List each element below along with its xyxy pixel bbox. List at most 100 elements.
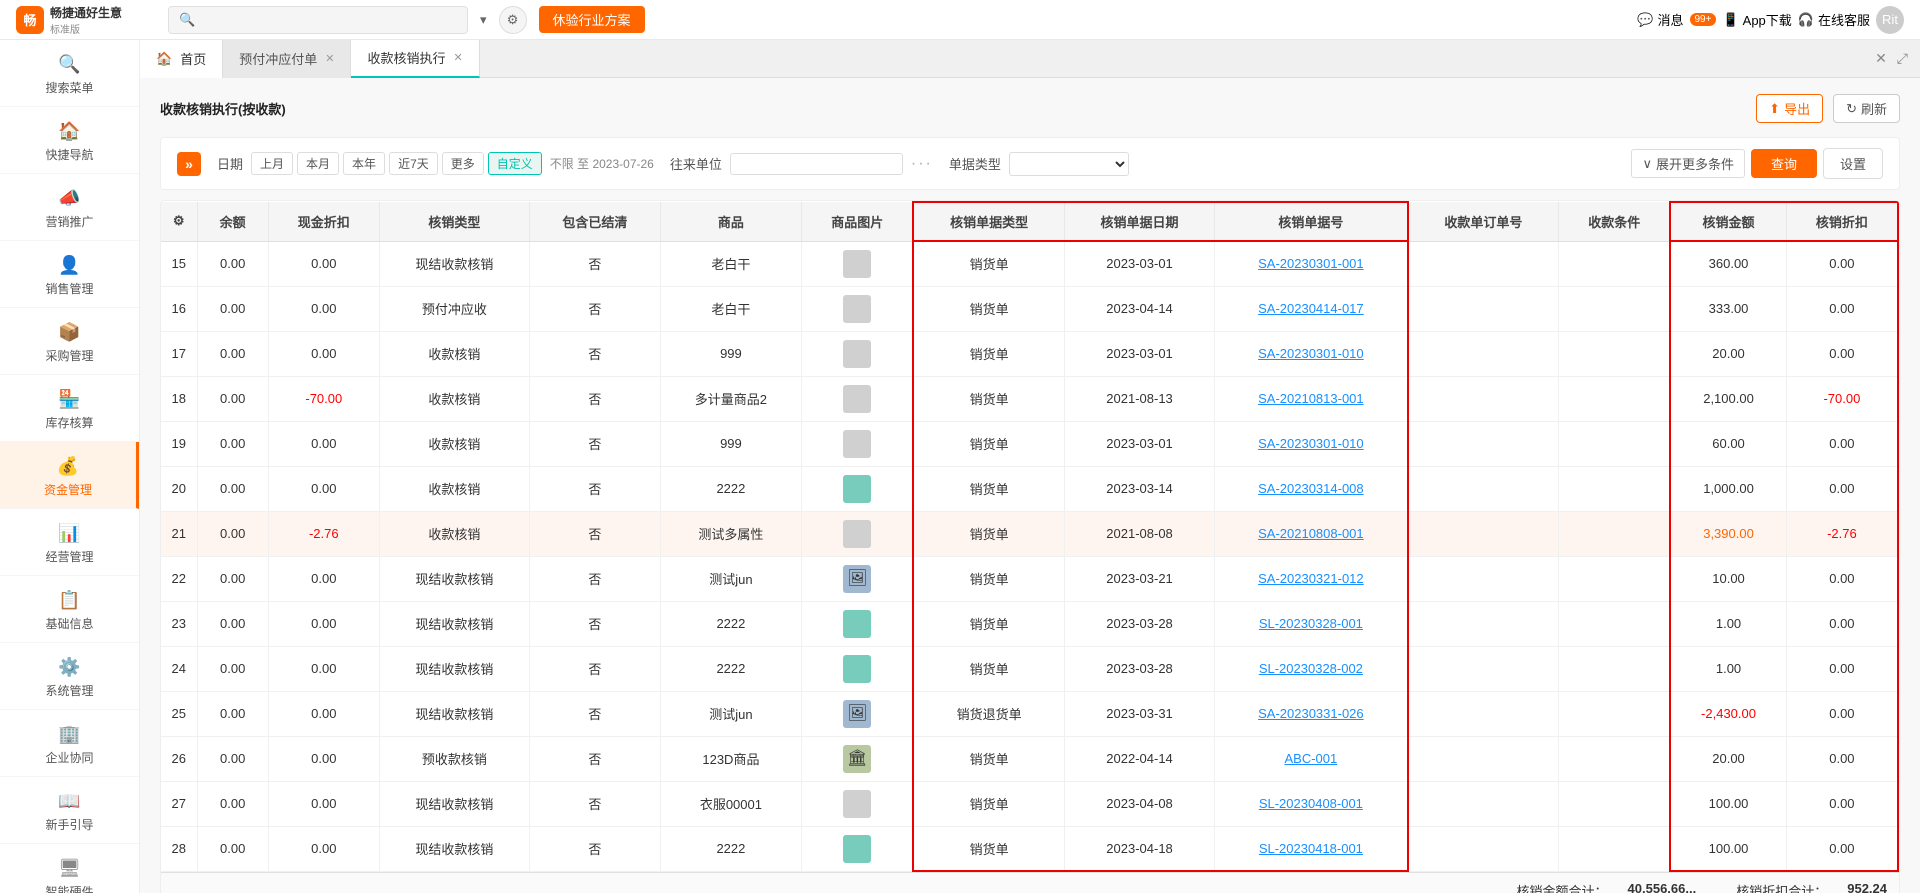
tab-close-all[interactable]: ✕ xyxy=(1875,50,1887,67)
bill-no-link[interactable]: SA-20210808-001 xyxy=(1258,526,1364,541)
td-verify-bill-type: 销货单 xyxy=(913,421,1064,466)
sidebar-item-sales[interactable]: 👤 销售管理 xyxy=(0,241,139,308)
bill-no-link[interactable]: SL-20230328-002 xyxy=(1259,661,1363,676)
online-support-button[interactable]: 🎧 在线客服 xyxy=(1798,10,1870,29)
td-product-img xyxy=(802,601,914,646)
td-cash-discount: 0.00 xyxy=(268,331,379,376)
tab-home[interactable]: 🏠 首页 xyxy=(140,40,223,78)
td-verify-discount: 0.00 xyxy=(1786,601,1898,646)
export-icon: ⬆ xyxy=(1769,101,1780,117)
sidebar-item-enterprise[interactable]: 🏢 企业协同 xyxy=(0,710,139,777)
sidebar-item-finance[interactable]: 💰 资金管理 xyxy=(0,442,139,509)
th-include-settled: 包含已结清 xyxy=(530,202,661,241)
bill-no-link[interactable]: SA-20230301-001 xyxy=(1258,256,1364,271)
td-verify-bill-no[interactable]: SA-20230314-008 xyxy=(1215,466,1408,511)
td-verify-discount: 0.00 xyxy=(1786,781,1898,826)
sidebar-item-guide[interactable]: 📖 新手引导 xyxy=(0,777,139,844)
td-verify-bill-no[interactable]: SA-20230331-026 xyxy=(1215,691,1408,736)
bill-no-link[interactable]: SL-20230328-001 xyxy=(1259,616,1363,631)
td-verify-bill-no[interactable]: SA-20210813-001 xyxy=(1215,376,1408,421)
voucher-type-select[interactable] xyxy=(1009,152,1129,176)
bill-no-link[interactable]: ABC-001 xyxy=(1285,751,1338,766)
sidebar-item-operations[interactable]: 📊 经营管理 xyxy=(0,509,139,576)
date-btn-this-year[interactable]: 本年 xyxy=(343,152,385,175)
tab-collection-verify[interactable]: 收款核销执行 ✕ xyxy=(351,40,479,78)
bill-no-link[interactable]: SL-20230418-001 xyxy=(1259,841,1363,856)
td-verify-bill-no[interactable]: SA-20230414-017 xyxy=(1215,286,1408,331)
td-verify-bill-no[interactable]: ABC-001 xyxy=(1215,736,1408,781)
messages-button[interactable]: 💬 消息 99+ xyxy=(1637,10,1716,29)
counterpart-more[interactable]: ··· xyxy=(911,155,933,173)
td-verify-amount: 3,390.00 xyxy=(1670,511,1786,556)
tab-fullscreen[interactable]: ⤢ xyxy=(1897,50,1908,67)
sidebar-item-quick-nav[interactable]: 🏠 快捷导航 xyxy=(0,107,139,174)
td-receipt-order-no xyxy=(1408,241,1559,286)
user-avatar[interactable]: Rit xyxy=(1876,6,1904,34)
td-verify-bill-no[interactable]: SA-20230301-001 xyxy=(1215,241,1408,286)
th-gear[interactable]: ⚙ xyxy=(161,202,197,241)
table-row: 28 0.00 0.00 现结收款核销 否 2222 销货单 2023-04-1… xyxy=(161,826,1898,871)
td-receipt-condition xyxy=(1559,241,1671,286)
counterpart-input[interactable] xyxy=(730,153,903,175)
td-include-settled: 否 xyxy=(530,421,661,466)
top-search-input[interactable] xyxy=(201,13,457,27)
gear-button[interactable]: ⚙ xyxy=(499,6,527,34)
refresh-icon: ↻ xyxy=(1846,101,1857,117)
sidebar-item-procurement[interactable]: 📦 采购管理 xyxy=(0,308,139,375)
sales-icon: 👤 xyxy=(58,255,80,276)
td-verify-bill-no[interactable]: SA-20230321-012 xyxy=(1215,556,1408,601)
sidebar-item-search-menu[interactable]: 🔍 搜索菜单 xyxy=(0,40,139,107)
date-btn-7days[interactable]: 近7天 xyxy=(389,152,438,175)
bill-no-link[interactable]: SA-20230314-008 xyxy=(1258,481,1364,496)
table-row: 17 0.00 0.00 收款核销 否 999 销货单 2023-03-01 S… xyxy=(161,331,1898,376)
expand-more-button[interactable]: ∨ 展开更多条件 xyxy=(1631,149,1745,178)
bill-no-link[interactable]: SA-20210813-001 xyxy=(1258,391,1364,406)
filter-expand-button[interactable]: » xyxy=(177,152,201,176)
date-btn-this-month[interactable]: 本月 xyxy=(297,152,339,175)
th-verify-amount: 核销金额 xyxy=(1670,202,1786,241)
td-verify-bill-no[interactable]: SL-20230328-001 xyxy=(1215,601,1408,646)
td-verify-bill-no[interactable]: SA-20230301-010 xyxy=(1215,421,1408,466)
bill-no-link[interactable]: SA-20230301-010 xyxy=(1258,436,1364,451)
query-button[interactable]: 查询 xyxy=(1751,149,1817,178)
search-dropdown[interactable]: ▾ xyxy=(480,12,487,28)
td-verify-bill-no[interactable]: SL-20230408-001 xyxy=(1215,781,1408,826)
sidebar-item-basic[interactable]: 📋 基础信息 xyxy=(0,576,139,643)
td-verify-type: 现结收款核销 xyxy=(379,691,529,736)
td-verify-discount: 0.00 xyxy=(1786,736,1898,781)
td-verify-bill-no[interactable]: SA-20230301-010 xyxy=(1215,331,1408,376)
industry-solution-button[interactable]: 休验行业方案 xyxy=(539,6,645,33)
tab-prepay-close[interactable]: ✕ xyxy=(325,52,334,65)
sidebar-item-system[interactable]: ⚙️ 系统管理 xyxy=(0,643,139,710)
td-verify-bill-no[interactable]: SL-20230328-002 xyxy=(1215,646,1408,691)
filter-settings-button[interactable]: 设置 xyxy=(1823,148,1883,179)
refresh-button[interactable]: ↻ 刷新 xyxy=(1833,94,1900,123)
sidebar-item-inventory[interactable]: 🏪 库存核算 xyxy=(0,375,139,442)
search-menu-icon: 🔍 xyxy=(58,54,80,75)
th-product: 商品 xyxy=(660,202,802,241)
bill-no-link[interactable]: SA-20230301-010 xyxy=(1258,346,1364,361)
td-verify-bill-date: 2023-04-08 xyxy=(1064,781,1214,826)
tab-prepay[interactable]: 预付冲应付单 ✕ xyxy=(223,40,351,78)
bill-no-link[interactable]: SA-20230321-012 xyxy=(1258,571,1364,586)
bill-no-link[interactable]: SA-20230414-017 xyxy=(1258,301,1364,316)
top-search-box[interactable]: 🔍 xyxy=(168,6,468,34)
td-verify-type: 预付冲应收 xyxy=(379,286,529,331)
bill-no-link[interactable]: SA-20230331-026 xyxy=(1258,706,1364,721)
table-row: 22 0.00 0.00 现结收款核销 否 测试jun 🖼 销货单 2023-0… xyxy=(161,556,1898,601)
message-icon: 💬 xyxy=(1637,12,1653,28)
export-button[interactable]: ⬆ 导出 xyxy=(1756,94,1823,123)
sidebar-item-marketing[interactable]: 📣 营销推广 xyxy=(0,174,139,241)
date-btn-more[interactable]: 更多 xyxy=(442,152,484,175)
tab-collection-verify-close[interactable]: ✕ xyxy=(453,51,462,64)
td-verify-bill-no[interactable]: SL-20230418-001 xyxy=(1215,826,1408,871)
date-btn-last-month[interactable]: 上月 xyxy=(251,152,293,175)
bill-no-link[interactable]: SL-20230408-001 xyxy=(1259,796,1363,811)
date-btn-custom[interactable]: 自定义 xyxy=(488,152,542,175)
td-cash-discount: 0.00 xyxy=(268,466,379,511)
td-verify-discount: 0.00 xyxy=(1786,691,1898,736)
app-download-button[interactable]: 📱 App下载 xyxy=(1722,10,1791,29)
td-verify-bill-no[interactable]: SA-20210808-001 xyxy=(1215,511,1408,556)
sidebar-item-smart-hw[interactable]: 🖥 智能硬件 xyxy=(0,844,139,893)
td-verify-bill-date: 2023-03-31 xyxy=(1064,691,1214,736)
